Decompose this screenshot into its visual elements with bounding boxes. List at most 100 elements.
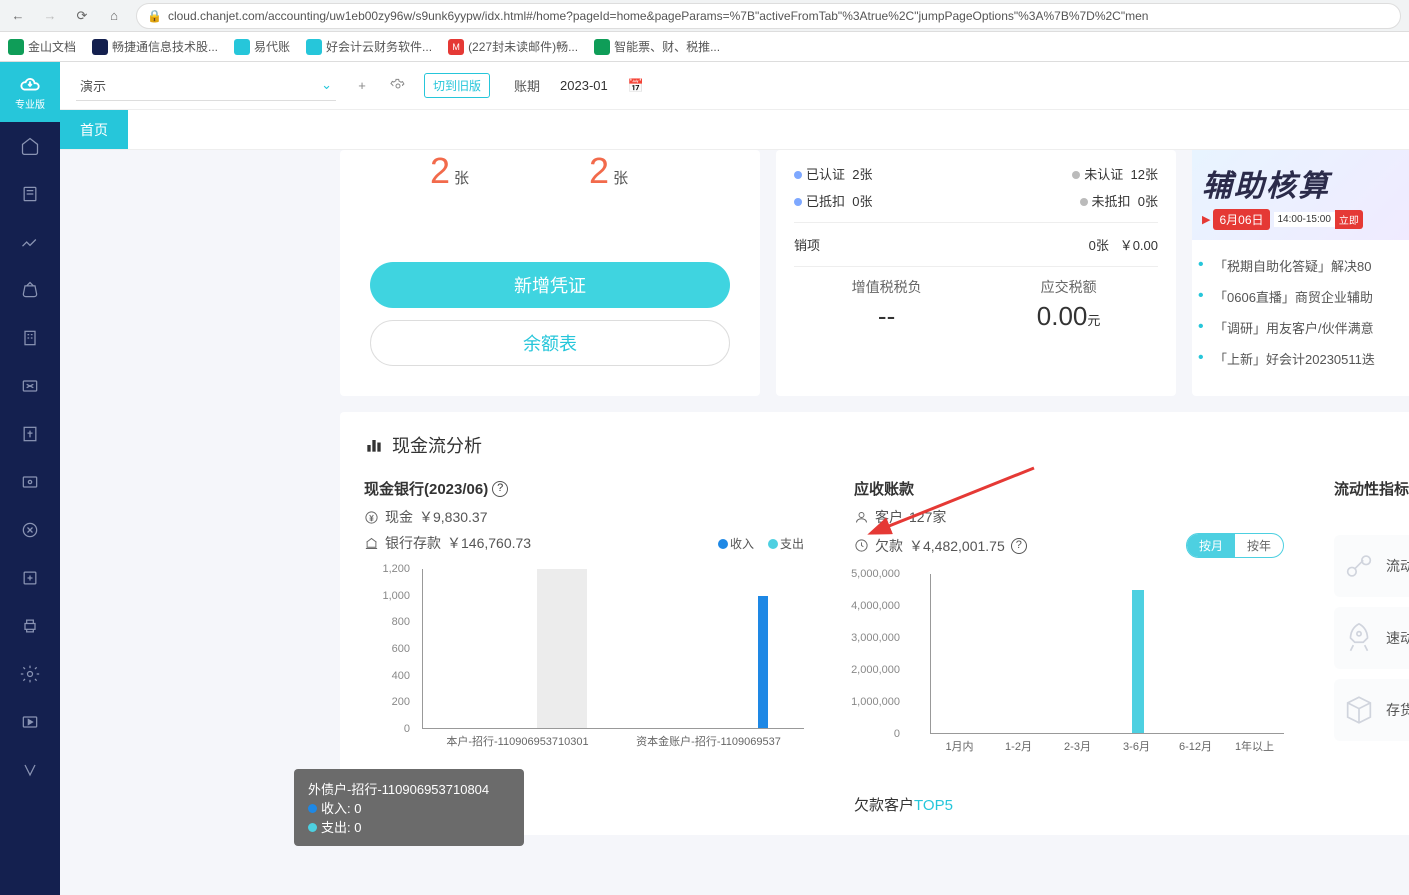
nav-archive[interactable] (0, 458, 60, 506)
dot-icon (1080, 198, 1088, 206)
nav-tax[interactable] (0, 506, 60, 554)
nav-print[interactable] (0, 602, 60, 650)
nav-settings[interactable] (0, 650, 60, 698)
period-value[interactable]: 2023-01 (560, 78, 608, 93)
back-button[interactable]: ← (8, 6, 28, 26)
nav-report[interactable] (0, 218, 60, 266)
dot-icon (1072, 171, 1080, 179)
v-icon (20, 760, 40, 780)
nav-salary[interactable] (0, 362, 60, 410)
bookmark-item[interactable]: 畅捷通信息技术股... (92, 38, 218, 55)
balance-sheet-button[interactable]: 余额表 (370, 320, 730, 366)
dot-icon (794, 198, 802, 206)
money-bag-icon (20, 280, 40, 300)
cash-bank-chart: 现金银行(2023/06) ? 现金 ￥9,830.37 银行存款 ￥146,7… (364, 478, 804, 815)
cloud-icon (15, 74, 45, 96)
archive-icon (20, 472, 40, 492)
top-bar: 演示 ⌄ + 切到旧版 账期 2023-01 📅 (60, 62, 1409, 110)
news-item[interactable]: 「0606直播」商贸企业辅助 (1198, 281, 1409, 312)
clock-icon (854, 538, 869, 553)
receipt-icon (20, 424, 40, 444)
tax-certified-row: 已认证 2张 未认证 12张 (794, 160, 1158, 187)
tax-icon (20, 520, 40, 540)
bookmark-item[interactable]: 易代账 (234, 38, 290, 55)
lock-icon: 🔒 (147, 9, 162, 23)
section-title: 现金流分析 (364, 432, 1409, 458)
switch-version-button[interactable]: 切到旧版 (424, 73, 490, 98)
chart-canvas-1[interactable]: 1,200 1,000 800 600 400 200 0 (364, 569, 804, 769)
bar-income (758, 596, 768, 728)
box-icon (1342, 693, 1376, 727)
bookmark-item[interactable]: M(227封未读邮件)畅... (448, 38, 578, 55)
bookmark-item[interactable]: 智能票、财、税推... (594, 38, 720, 55)
toggle-month[interactable]: 按月 (1187, 534, 1235, 557)
liquidity-item[interactable]: 存货周转率 (1334, 679, 1409, 741)
voucher-card: 2张 2张 新增凭证 余额表 (340, 150, 760, 396)
help-icon[interactable]: ? (492, 481, 508, 497)
dot-icon (768, 539, 778, 549)
nav-funds[interactable] (0, 266, 60, 314)
user-icon (854, 510, 869, 525)
nav-invoice[interactable] (0, 410, 60, 458)
favicon (8, 39, 24, 55)
news-item[interactable]: 「税期自助化答疑」解决80 (1198, 250, 1409, 281)
highlight-region (537, 569, 587, 728)
new-voucher-button[interactable]: 新增凭证 (370, 262, 730, 308)
calendar-icon[interactable]: 📅 (628, 78, 644, 94)
nav-assets[interactable] (0, 314, 60, 362)
nav-more[interactable] (0, 746, 60, 794)
bookmark-item[interactable]: 金山文档 (8, 38, 76, 55)
banner-image[interactable]: 辅助核算 ▶ 6月06日 14:00-15:00 立即 (1192, 150, 1409, 240)
main-area: 演示 ⌄ + 切到旧版 账期 2023-01 📅 首页 2张 2张 新 (60, 62, 1409, 895)
deposit-metric: 银行存款 ￥146,760.73 收入 支出 (364, 533, 804, 553)
cashflow-section: 现金流分析 现金银行(2023/06) ? (340, 412, 1409, 835)
bank-icon (364, 536, 379, 551)
news-item[interactable]: 「上新」好会计20230511迭 (1198, 343, 1409, 374)
charts-row: 现金银行(2023/06) ? 现金 ￥9,830.37 银行存款 ￥146,7… (364, 478, 1409, 815)
help-icon[interactable]: ? (1011, 538, 1027, 554)
voucher-count-1: 2张 (430, 150, 469, 192)
dot-icon (794, 171, 802, 179)
forward-button: → (40, 6, 60, 26)
favicon (234, 39, 250, 55)
add-button[interactable]: + (352, 76, 372, 96)
dot-icon (718, 539, 728, 549)
bar-chart-icon (364, 435, 384, 455)
settings-button[interactable] (388, 76, 408, 96)
bookmarks-bar: 金山文档 畅捷通信息技术股... 易代账 好会计云财务软件... M(227封未… (0, 32, 1409, 62)
percent-icon (20, 376, 40, 396)
nav-home[interactable] (0, 122, 60, 170)
debt-metric: 欠款 ￥4,482,001.75 ? 按月 按年 (854, 533, 1284, 558)
period-toggle: 按月 按年 (1186, 533, 1284, 558)
left-nav-rail: 专业版 (0, 62, 60, 895)
period-label: 账期 (514, 76, 540, 95)
nav-voucher[interactable] (0, 170, 60, 218)
toggle-year[interactable]: 按年 (1235, 534, 1283, 557)
home-button[interactable]: ⌂ (104, 6, 124, 26)
chart-tooltip: 外债户-招行-110906953710804 收入: 0 支出: 0 (294, 769, 524, 846)
liquidity-item[interactable]: 流动比率 (1334, 535, 1409, 597)
play-icon (20, 712, 40, 732)
bookmark-item[interactable]: 好会计云财务软件... (306, 38, 432, 55)
reload-button[interactable]: ⟳ (72, 6, 92, 26)
url-bar[interactable]: 🔒 cloud.chanjet.com/accounting/uw1eb00zy… (136, 3, 1401, 29)
banner-card: 辅助核算 ▶ 6月06日 14:00-15:00 立即 「税期自助化答疑」解决8… (1192, 150, 1409, 396)
news-item[interactable]: 「调研」用友客户/伙伴满意 (1198, 312, 1409, 343)
news-list: 「税期自助化答疑」解决80 「0606直播」商贸企业辅助 「调研」用友客户/伙伴… (1192, 240, 1409, 384)
rocket-icon (1342, 621, 1376, 655)
video-icon: ▶ (1202, 213, 1210, 226)
yen-icon (364, 510, 379, 525)
tax-deducted-row: 已抵扣 0张 未抵扣 0张 (794, 187, 1158, 214)
favicon (594, 39, 610, 55)
liquidity-item[interactable]: 速动比率 (1334, 607, 1409, 669)
gear-icon (20, 664, 40, 684)
nav-video[interactable] (0, 698, 60, 746)
app-root: 专业版 演示 ⌄ + 切到旧版 账期 2023-01 📅 (0, 62, 1409, 895)
app-logo[interactable]: 专业版 (0, 62, 60, 122)
tab-home[interactable]: 首页 (60, 110, 128, 149)
liquidity-panel: 流动性指标(2023/0 流动比率 速动比率 存货周转率 (1334, 478, 1409, 815)
chart-canvas-2[interactable]: 5,000,000 4,000,000 3,000,000 2,000,000 … (854, 574, 1284, 774)
building-icon (20, 328, 40, 348)
org-selector[interactable]: 演示 ⌄ (76, 71, 336, 101)
nav-transfer[interactable] (0, 554, 60, 602)
